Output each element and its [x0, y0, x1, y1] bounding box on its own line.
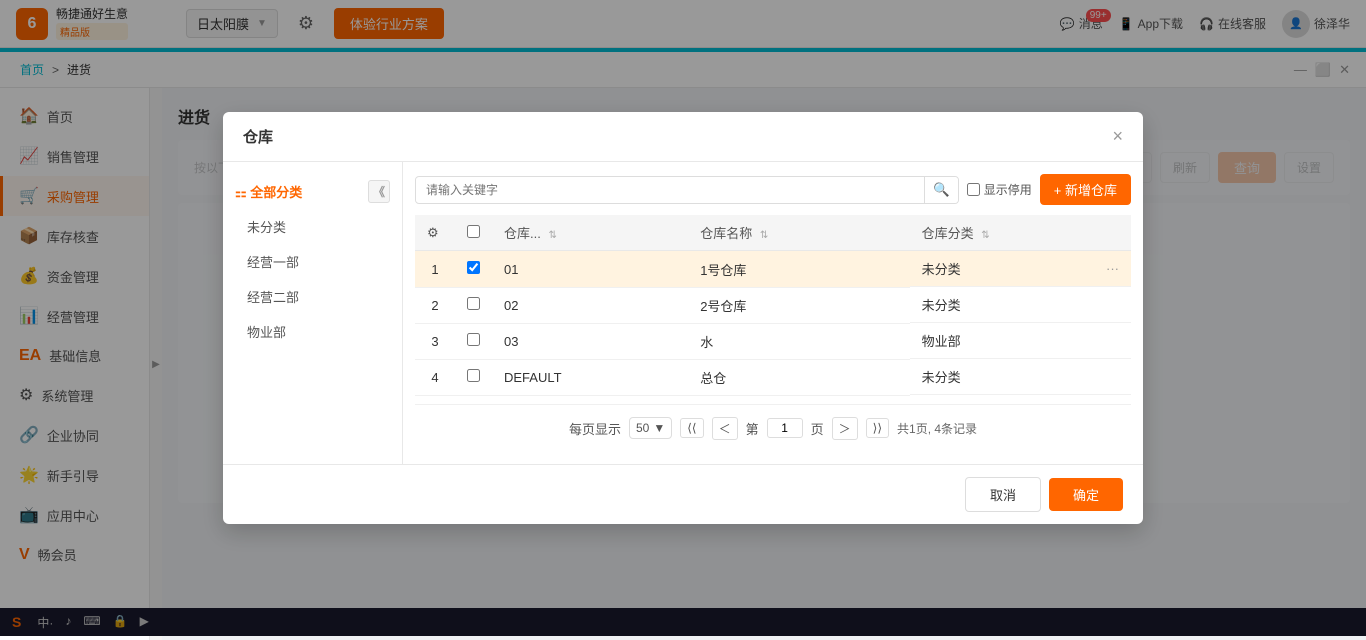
th-checkbox [455, 215, 492, 251]
td-name: 总仓 [688, 359, 909, 395]
category-all-icon: ⚏ [235, 185, 247, 200]
category-all-header[interactable]: ⚏ 全部分类 《 [223, 174, 402, 209]
row-checkbox[interactable] [467, 297, 480, 310]
page-suffix: 页 [811, 419, 824, 438]
page-prev-button[interactable]: ＜ [712, 417, 738, 440]
td-code: 03 [492, 323, 688, 359]
table-row[interactable]: 3 03 水 物业部 [415, 323, 1131, 359]
th-category: 仓库分类 ⇅ [910, 215, 1131, 251]
row-checkbox[interactable] [467, 333, 480, 346]
table-row[interactable]: 2 02 2号仓库 未分类 [415, 287, 1131, 323]
page-next-button[interactable]: ＞ [832, 417, 858, 440]
cancel-button[interactable]: 取消 [965, 477, 1041, 512]
th-name: 仓库名称 ⇅ [688, 215, 909, 251]
pagination: 每页显示 50 ▼ ⟨⟨ ＜ 第 页 ＞ ⟩⟩ 共1页, 4条记录 [415, 404, 1131, 452]
td-checkbox[interactable] [455, 359, 492, 395]
table-row[interactable]: 4 DEFAULT 总仓 未分类 [415, 359, 1131, 395]
page-total-info: 共1页, 4条记录 [897, 420, 977, 437]
table-head: ⚙ 仓库... ⇅ 仓库名称 [415, 215, 1131, 251]
td-checkbox[interactable] [455, 287, 492, 323]
th-code: 仓库... ⇅ [492, 215, 688, 251]
row-actions[interactable]: ··· [1106, 261, 1119, 276]
table-panel: 🔍 显示停用 + 新增仓库 ⚙ [403, 162, 1143, 464]
td-code: DEFAULT [492, 359, 688, 395]
per-page-label: 每页显示 [569, 419, 621, 438]
td-name: 水 [688, 323, 909, 359]
warehouse-modal: 仓库 × ⚏ 全部分类 《 未分类经营一部经营二部物业部 [223, 112, 1143, 524]
td-index: 1 [415, 251, 455, 288]
td-category: 物业部 [910, 323, 1131, 359]
category-panel: ⚏ 全部分类 《 未分类经营一部经营二部物业部 [223, 162, 403, 464]
modal-title: 仓库 [243, 126, 273, 147]
page-last-button[interactable]: ⟩⟩ [866, 418, 889, 438]
th-settings: ⚙ [415, 215, 455, 251]
category-list: 未分类经营一部经营二部物业部 [223, 209, 402, 349]
th-code-sort-icon[interactable]: ⇅ [548, 230, 556, 241]
show-disabled-text: 显示停用 [984, 181, 1032, 198]
td-category: 未分类··· [910, 251, 1131, 287]
row-checkbox[interactable] [467, 369, 480, 382]
category-all-label: 全部分类 [250, 185, 302, 200]
category-item[interactable]: 未分类 [223, 209, 402, 244]
row-checkbox[interactable] [467, 261, 480, 274]
show-disabled-checkbox[interactable] [967, 183, 980, 196]
category-item[interactable]: 经营一部 [223, 244, 402, 279]
modal-body: ⚏ 全部分类 《 未分类经营一部经营二部物业部 🔍 [223, 162, 1143, 464]
select-all-checkbox[interactable] [467, 225, 480, 238]
table-container: ⚙ 仓库... ⇅ 仓库名称 [415, 215, 1131, 396]
td-category: 未分类 [910, 287, 1131, 323]
page-first-button[interactable]: ⟨⟨ [680, 418, 703, 438]
td-category: 未分类 [910, 359, 1131, 395]
td-code: 02 [492, 287, 688, 323]
add-warehouse-button[interactable]: + 新增仓库 [1040, 174, 1131, 205]
td-index: 2 [415, 287, 455, 323]
td-index: 4 [415, 359, 455, 395]
search-input-wrap: 🔍 [415, 176, 959, 204]
search-button[interactable]: 🔍 [924, 177, 958, 203]
th-name-sort-icon[interactable]: ⇅ [760, 230, 768, 241]
modal-footer: 取消 确定 [223, 464, 1143, 524]
category-item[interactable]: 经营二部 [223, 279, 402, 314]
page-label: 第 [746, 419, 759, 438]
td-checkbox[interactable] [455, 251, 492, 288]
confirm-button[interactable]: 确定 [1049, 478, 1123, 511]
warehouse-table: ⚙ 仓库... ⇅ 仓库名称 [415, 215, 1131, 396]
modal-header: 仓库 × [223, 112, 1143, 162]
table-row[interactable]: 1 01 1号仓库 未分类··· [415, 251, 1131, 288]
table-settings-icon[interactable]: ⚙ [427, 225, 439, 240]
page-number-input[interactable] [767, 418, 803, 438]
per-page-dropdown-icon: ▼ [653, 421, 665, 435]
search-input[interactable] [416, 178, 924, 202]
modal-close-button[interactable]: × [1112, 126, 1123, 147]
per-page-select[interactable]: 50 ▼ [629, 417, 672, 439]
category-collapse-button[interactable]: 《 [368, 180, 390, 203]
td-code: 01 [492, 251, 688, 288]
td-name: 2号仓库 [688, 287, 909, 323]
th-category-sort-icon[interactable]: ⇅ [981, 230, 989, 241]
td-index: 3 [415, 323, 455, 359]
show-disabled-label[interactable]: 显示停用 [967, 181, 1032, 198]
table-body: 1 01 1号仓库 未分类··· 2 02 2号仓库 未分类 3 03 水 物业… [415, 251, 1131, 396]
table-toolbar: 🔍 显示停用 + 新增仓库 [415, 174, 1131, 205]
td-checkbox[interactable] [455, 323, 492, 359]
td-name: 1号仓库 [688, 251, 909, 288]
category-item[interactable]: 物业部 [223, 314, 402, 349]
modal-overlay: 仓库 × ⚏ 全部分类 《 未分类经营一部经营二部物业部 [0, 0, 1366, 636]
